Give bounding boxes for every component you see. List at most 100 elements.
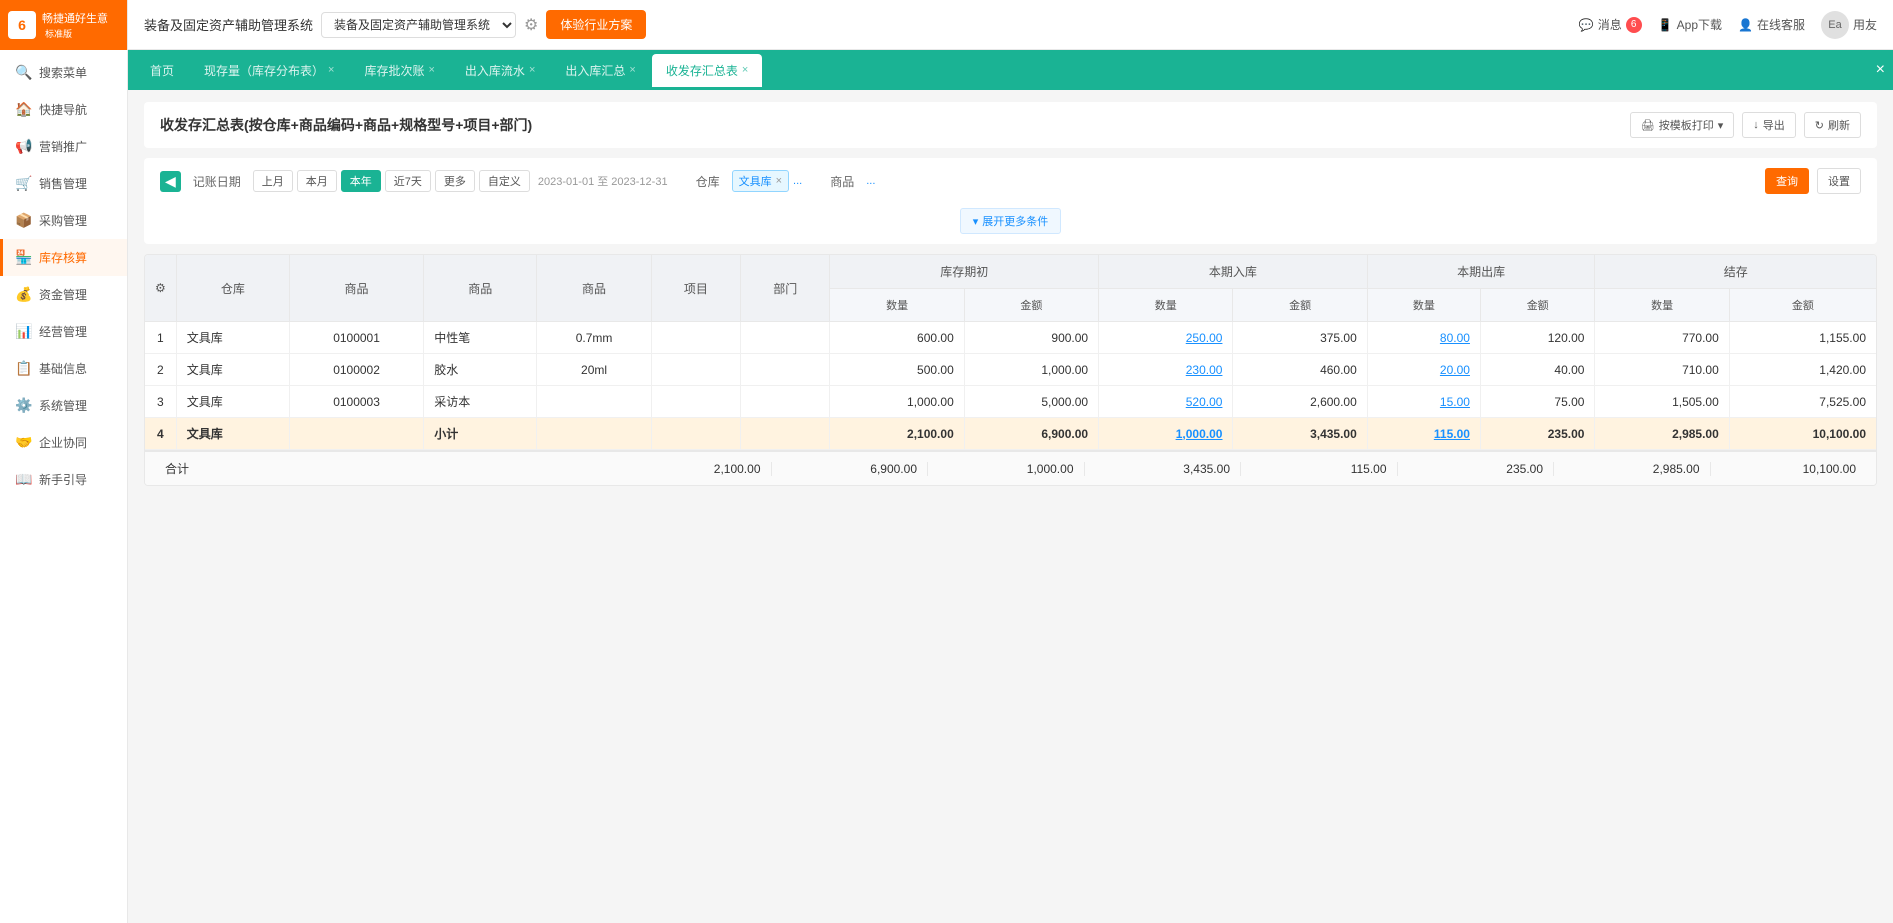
sidebar-item-sales[interactable]: 🛒 销售管理 — [0, 165, 127, 202]
more-btn[interactable]: 更多 — [435, 170, 475, 192]
subtotal-out-qty[interactable]: 115.00 — [1367, 418, 1480, 450]
user-btn[interactable]: Ea 用友 — [1821, 11, 1877, 39]
tab-close-icon[interactable]: × — [742, 64, 748, 76]
goods-more-btn[interactable]: ... — [866, 175, 875, 187]
sidebar-item-marketing[interactable]: 📢 营销推广 — [0, 128, 127, 165]
row-in-qty[interactable]: 520.00 — [1099, 386, 1233, 418]
row-code: 0100003 — [289, 386, 423, 418]
guide-icon: 📖 — [15, 471, 31, 488]
row-out-qty[interactable]: 80.00 — [1367, 322, 1480, 354]
footer-in-amt: 3,435.00 — [1085, 462, 1242, 476]
date-range-display: 2023-01-01 至 2023-12-31 — [538, 173, 668, 189]
last-7days-btn[interactable]: 近7天 — [385, 170, 431, 192]
subtotal-in-qty[interactable]: 1,000.00 — [1099, 418, 1233, 450]
goods-label: 商品 — [830, 173, 854, 190]
tab-close-icon[interactable]: × — [529, 64, 535, 76]
tab-batch[interactable]: 库存批次账 × — [350, 54, 448, 87]
last-month-btn[interactable]: 上月 — [253, 170, 293, 192]
row-bal-amt: 1,155.00 — [1729, 322, 1876, 354]
system-icon: ⚙️ — [15, 397, 31, 414]
warehouse-tag-close[interactable]: × — [776, 175, 782, 187]
filter-row: ◀ 记账日期 上月 本月 本年 近7天 更多 自定义 2023-01-01 至 … — [160, 168, 1861, 194]
subtotal-out-amt: 235.00 — [1480, 418, 1594, 450]
row-spec — [537, 386, 651, 418]
settings-icon[interactable]: ⚙ — [524, 15, 538, 35]
sidebar-item-base[interactable]: 📋 基础信息 — [0, 350, 127, 387]
row-no: 3 — [145, 386, 176, 418]
subtotal-no: 4 — [145, 418, 176, 450]
this-year-btn[interactable]: 本年 — [341, 170, 381, 192]
footer-bal-qty: 2,985.00 — [1554, 462, 1711, 476]
sidebar-item-label: 企业协同 — [39, 434, 87, 451]
col-in-header: 本期入库 — [1099, 255, 1368, 289]
tab-home-label: 首页 — [150, 62, 174, 79]
sidebar-item-label: 系统管理 — [39, 397, 87, 414]
sidebar-item-enterprise[interactable]: 🤝 企业协同 — [0, 424, 127, 461]
sales-icon: 🛒 — [15, 175, 31, 192]
page-title: 收发存汇总表(按仓库+商品编码+商品+规格型号+项目+部门) — [160, 115, 532, 135]
sidebar-item-system[interactable]: ⚙️ 系统管理 — [0, 387, 127, 424]
tab-flow[interactable]: 出入库流水 × — [451, 54, 549, 87]
tab-recv-summary[interactable]: 收发存汇总表 × — [652, 54, 762, 87]
app-download-btn[interactable]: 📱 App下载 — [1658, 16, 1722, 33]
online-service-btn[interactable]: 👤 在线客服 — [1738, 16, 1805, 33]
col-open-amt-header: 金额 — [964, 289, 1098, 322]
system-selector[interactable]: 装备及固定资产辅助管理系统 — [321, 12, 516, 38]
warehouse-more-btn[interactable]: ... — [793, 175, 802, 187]
row-dept — [741, 322, 830, 354]
sidebar-item-inventory[interactable]: 🏪 库存核算 — [0, 239, 127, 276]
export-btn[interactable]: ↓ 导出 — [1742, 112, 1796, 138]
experience-btn[interactable]: 体验行业方案 — [546, 10, 646, 39]
row-in-qty[interactable]: 230.00 — [1099, 354, 1233, 386]
sidebar-item-guide[interactable]: 📖 新手引导 — [0, 461, 127, 498]
print-icon: 🖨 — [1641, 119, 1655, 132]
subtotal-dept — [741, 418, 830, 450]
custom-btn[interactable]: 自定义 — [479, 170, 530, 192]
refresh-btn[interactable]: ↻ 刷新 — [1804, 112, 1861, 138]
sidebar-item-label: 新手引导 — [39, 471, 87, 488]
sidebar-item-finance[interactable]: 💰 资金管理 — [0, 276, 127, 313]
refresh-icon: ↻ — [1815, 119, 1824, 132]
sidebar-item-quick[interactable]: 🏠 快捷导航 — [0, 91, 127, 128]
sidebar-item-label: 搜索菜单 — [39, 64, 87, 81]
row-bal-qty: 710.00 — [1595, 354, 1729, 386]
sidebar-menu: 🔍 搜索菜单 🏠 快捷导航 📢 营销推广 🛒 销售管理 📦 采购管理 🏪 库存核… — [0, 50, 127, 923]
tab-home[interactable]: 首页 — [136, 54, 188, 87]
row-dept — [741, 354, 830, 386]
row-out-qty[interactable]: 15.00 — [1367, 386, 1480, 418]
sidebar-item-operation[interactable]: 📊 经营管理 — [0, 313, 127, 350]
finance-icon: 💰 — [15, 286, 31, 303]
query-btn[interactable]: 查询 — [1765, 168, 1809, 194]
subtotal-code — [289, 418, 423, 450]
collapse-btn[interactable]: ◀ — [160, 171, 181, 192]
print-btn[interactable]: 🖨 按模板打印 ▾ — [1630, 112, 1735, 138]
tab-summary[interactable]: 出入库汇总 × — [551, 54, 649, 87]
tab-close-icon[interactable]: × — [629, 64, 635, 76]
export-label: 导出 — [1763, 117, 1785, 133]
sidebar-item-search[interactable]: 🔍 搜索菜单 — [0, 54, 127, 91]
row-out-qty[interactable]: 20.00 — [1367, 354, 1480, 386]
settings-btn[interactable]: 设置 — [1817, 168, 1861, 194]
row-in-qty[interactable]: 250.00 — [1099, 322, 1233, 354]
tab-close-icon[interactable]: × — [428, 64, 434, 76]
tabbar: 首页 现存量（库存分布表） × 库存批次账 × 出入库流水 × 出入库汇总 × … — [128, 50, 1893, 90]
col-settings-header[interactable]: ⚙ — [145, 255, 176, 322]
expand-conditions-btn[interactable]: ▾ 展开更多条件 — [960, 208, 1062, 234]
col-out-qty-header: 数量 — [1367, 289, 1480, 322]
message-btn[interactable]: 💬 消息 6 — [1579, 16, 1642, 33]
expand-label: 展开更多条件 — [982, 213, 1048, 229]
warehouse-tag-text: 文具库 — [739, 173, 772, 189]
message-label: 消息 — [1598, 16, 1622, 33]
close-all-tabs-icon[interactable]: × — [1876, 61, 1885, 79]
tab-close-icon[interactable]: × — [328, 64, 334, 76]
col-in-qty-header: 数量 — [1099, 289, 1233, 322]
this-month-btn[interactable]: 本月 — [297, 170, 337, 192]
tab-inventory-dist[interactable]: 现存量（库存分布表） × — [190, 54, 348, 87]
sidebar-item-purchase[interactable]: 📦 采购管理 — [0, 202, 127, 239]
warehouse-tag[interactable]: 文具库 × — [732, 170, 789, 192]
warehouse-filter: 文具库 × ... — [732, 170, 803, 192]
sidebar-item-label: 销售管理 — [39, 175, 87, 192]
footer-out-qty: 115.00 — [1241, 462, 1398, 476]
user-name: 用友 — [1853, 16, 1877, 33]
topbar: 装备及固定资产辅助管理系统 装备及固定资产辅助管理系统 ⚙ 体验行业方案 💬 消… — [128, 0, 1893, 50]
